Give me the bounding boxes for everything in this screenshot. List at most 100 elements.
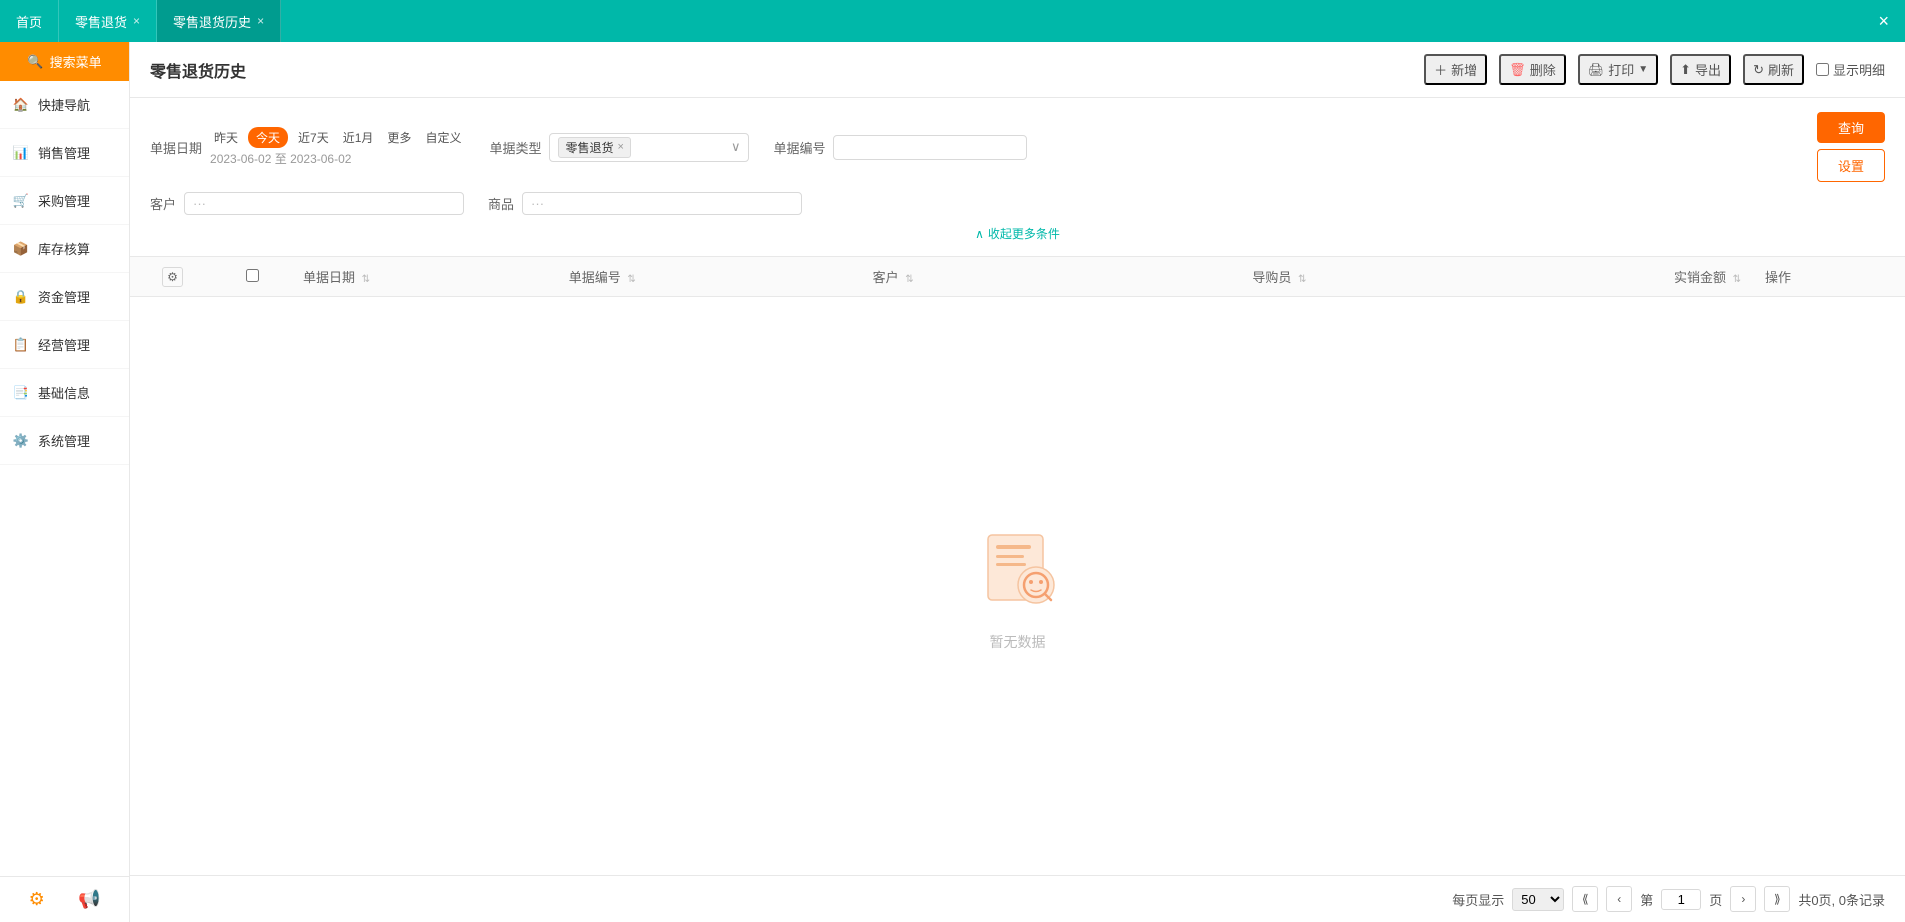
page-number-input[interactable] [1661, 889, 1701, 910]
sidebar-item-system[interactable]: ⚙️ 系统管理 [0, 417, 129, 465]
setting-button[interactable]: 设置 [1817, 149, 1885, 182]
collapse-bar[interactable]: ∧ 收起更多条件 [150, 225, 1885, 242]
delete-button[interactable]: 🗑 删除 [1499, 54, 1566, 85]
date-btn-custom[interactable]: 自定义 [421, 127, 465, 148]
th-voucher-number[interactable]: 单据编号 ⇅ [557, 257, 861, 297]
customer-input[interactable]: ··· [184, 192, 464, 215]
th-customer[interactable]: 客户 ⇅ [861, 257, 1241, 297]
date-btn-yesterday[interactable]: 昨天 [210, 127, 242, 148]
date-btn-today[interactable]: 今天 [248, 127, 288, 148]
date-sort-icon: ⇅ [362, 274, 370, 285]
delete-icon: 🗑 [1509, 62, 1526, 78]
goods-input[interactable]: ··· [522, 192, 802, 215]
search-icon: 🔍 [27, 54, 43, 70]
sidebar-item-management[interactable]: 📋 经营管理 [0, 321, 129, 369]
purchase-icon: 🛒 [12, 192, 30, 210]
voucher-sort-icon: ⇅ [627, 274, 635, 285]
export-icon: ⬆ [1680, 62, 1691, 78]
tab-list: 首页 零售退货 × 零售退货历史 × [0, 0, 1862, 42]
select-all-checkbox[interactable] [246, 269, 259, 282]
header-actions: ＋ 新增 🗑 删除 🖨 打印 ▼ ⬆ 导出 ↻ 刷新 [1424, 54, 1885, 85]
sidebar: 🔍 搜索菜单 🏠 快捷导航 📊 销售管理 🛒 采购管理 📦 库存核算 🔒 资金管… [0, 42, 130, 922]
voucher-number-label: 单据编号 [773, 138, 825, 157]
th-amount[interactable]: 实销金额 ⇅ [1525, 257, 1753, 297]
sidebar-item-basic[interactable]: 📑 基础信息 [0, 369, 129, 417]
voucher-type-label: 单据类型 [489, 138, 541, 157]
th-date[interactable]: 单据日期 ⇅ [291, 257, 557, 297]
sales-icon: 📊 [12, 144, 30, 162]
volume-icon[interactable]: 📢 [78, 889, 100, 910]
date-buttons: 昨天 今天 近7天 近1月 更多 自定义 2023-06-02 至 2023-0… [210, 127, 465, 167]
voucher-type-tag-remove[interactable]: × [617, 141, 623, 153]
refresh-icon: ↻ [1753, 62, 1764, 78]
total-label: 共0页, 0条记录 [1798, 890, 1885, 909]
main-layout: 🔍 搜索菜单 🏠 快捷导航 📊 销售管理 🛒 采购管理 📦 库存核算 🔒 资金管… [0, 42, 1905, 922]
sidebar-item-finance[interactable]: 🔒 资金管理 [0, 273, 129, 321]
date-btn-more[interactable]: 更多 [383, 127, 415, 148]
date-btn-7days[interactable]: 近7天 [294, 127, 333, 148]
amount-sort-icon: ⇅ [1733, 274, 1741, 285]
filter-area: 单据日期 昨天 今天 近7天 近1月 更多 自定义 2023-06-02 至 2… [130, 98, 1905, 257]
date-filter-buttons: 昨天 今天 近7天 近1月 更多 自定义 [210, 127, 465, 148]
filter-voucher-type: 单据类型 零售退货 × ∨ [489, 133, 749, 162]
tab-retail-return[interactable]: 零售退货 × [59, 0, 157, 42]
date-filter-label: 单据日期 [150, 138, 202, 157]
voucher-type-dropdown-icon: ∨ [731, 139, 741, 155]
sidebar-item-quicknav[interactable]: 🏠 快捷导航 [0, 81, 129, 129]
customer-sort-icon: ⇅ [905, 274, 913, 285]
filter-voucher-number: 单据编号 [773, 135, 1027, 160]
sidebar-item-inventory[interactable]: 📦 库存核算 [0, 225, 129, 273]
th-checkbox[interactable] [215, 257, 291, 297]
window-close-button[interactable]: × [1862, 11, 1905, 32]
filter-actions: 查询 设置 [1817, 112, 1885, 182]
inventory-icon: 📦 [12, 240, 30, 258]
sidebar-search-label: 搜索菜单 [50, 52, 102, 71]
filter-row-1: 单据日期 昨天 今天 近7天 近1月 更多 自定义 2023-06-02 至 2… [150, 112, 1885, 182]
system-icon: ⚙️ [12, 432, 30, 450]
tab-retail-return-history[interactable]: 零售退货历史 × [157, 0, 281, 42]
page-suffix: 页 [1709, 890, 1722, 909]
empty-icon [968, 520, 1068, 620]
query-button[interactable]: 查询 [1817, 112, 1885, 143]
th-operation: 操作 [1753, 257, 1905, 297]
table-area: ⚙ 单据日期 ⇅ 单据编号 ⇅ [130, 257, 1905, 922]
date-btn-1month[interactable]: 近1月 [339, 127, 378, 148]
show-detail-checkbox-label[interactable]: 显示明细 [1816, 60, 1885, 79]
filter-customer: 客户 ··· [150, 192, 464, 215]
sidebar-item-purchase[interactable]: 🛒 采购管理 [0, 177, 129, 225]
voucher-type-tag: 零售退货 × [558, 137, 630, 158]
date-range-display: 2023-06-02 至 2023-06-02 [210, 150, 465, 167]
th-guide[interactable]: 导购员 ⇅ [1240, 257, 1525, 297]
page-label: 第 [1640, 890, 1653, 909]
first-page-button[interactable]: ⟪ [1572, 886, 1598, 912]
tab-retail-return-close[interactable]: × [133, 14, 140, 28]
th-settings[interactable]: ⚙ [130, 257, 215, 297]
refresh-button[interactable]: ↻ 刷新 [1743, 54, 1804, 85]
prev-page-button[interactable]: ‹ [1606, 886, 1632, 912]
per-page-select[interactable]: 20 50 100 200 [1512, 888, 1564, 911]
sidebar-item-sales[interactable]: 📊 销售管理 [0, 129, 129, 177]
voucher-number-input[interactable] [833, 135, 1027, 160]
voucher-type-select[interactable]: 零售退货 × ∨ [549, 133, 749, 162]
guide-sort-icon: ⇅ [1298, 274, 1306, 285]
basic-icon: 📑 [12, 384, 30, 402]
data-table: ⚙ 单据日期 ⇅ 单据编号 ⇅ [130, 257, 1905, 297]
management-icon: 📋 [12, 336, 30, 354]
print-button[interactable]: 🖨 打印 ▼ [1578, 54, 1658, 85]
next-page-button[interactable]: › [1730, 886, 1756, 912]
export-button[interactable]: ⬆ 导出 [1670, 54, 1731, 85]
last-page-button[interactable]: ⟫ [1764, 886, 1790, 912]
settings-gear-icon[interactable]: ⚙ [29, 889, 45, 910]
tab-home[interactable]: 首页 [0, 0, 59, 42]
home-icon: 🏠 [12, 96, 30, 114]
add-icon: ＋ [1434, 60, 1447, 79]
add-button[interactable]: ＋ 新增 [1424, 54, 1487, 85]
filter-row-2: 客户 ··· 商品 ··· [150, 192, 1885, 215]
sidebar-search[interactable]: 🔍 搜索菜单 [0, 42, 129, 81]
settings-column-icon[interactable]: ⚙ [162, 267, 183, 287]
tab-retail-return-history-close[interactable]: × [257, 14, 264, 28]
show-detail-checkbox[interactable] [1816, 63, 1829, 76]
top-bar: 首页 零售退货 × 零售退货历史 × × [0, 0, 1905, 42]
print-dropdown-icon: ▼ [1638, 64, 1648, 75]
filter-date: 单据日期 昨天 今天 近7天 近1月 更多 自定义 2023-06-02 至 2… [150, 127, 465, 167]
